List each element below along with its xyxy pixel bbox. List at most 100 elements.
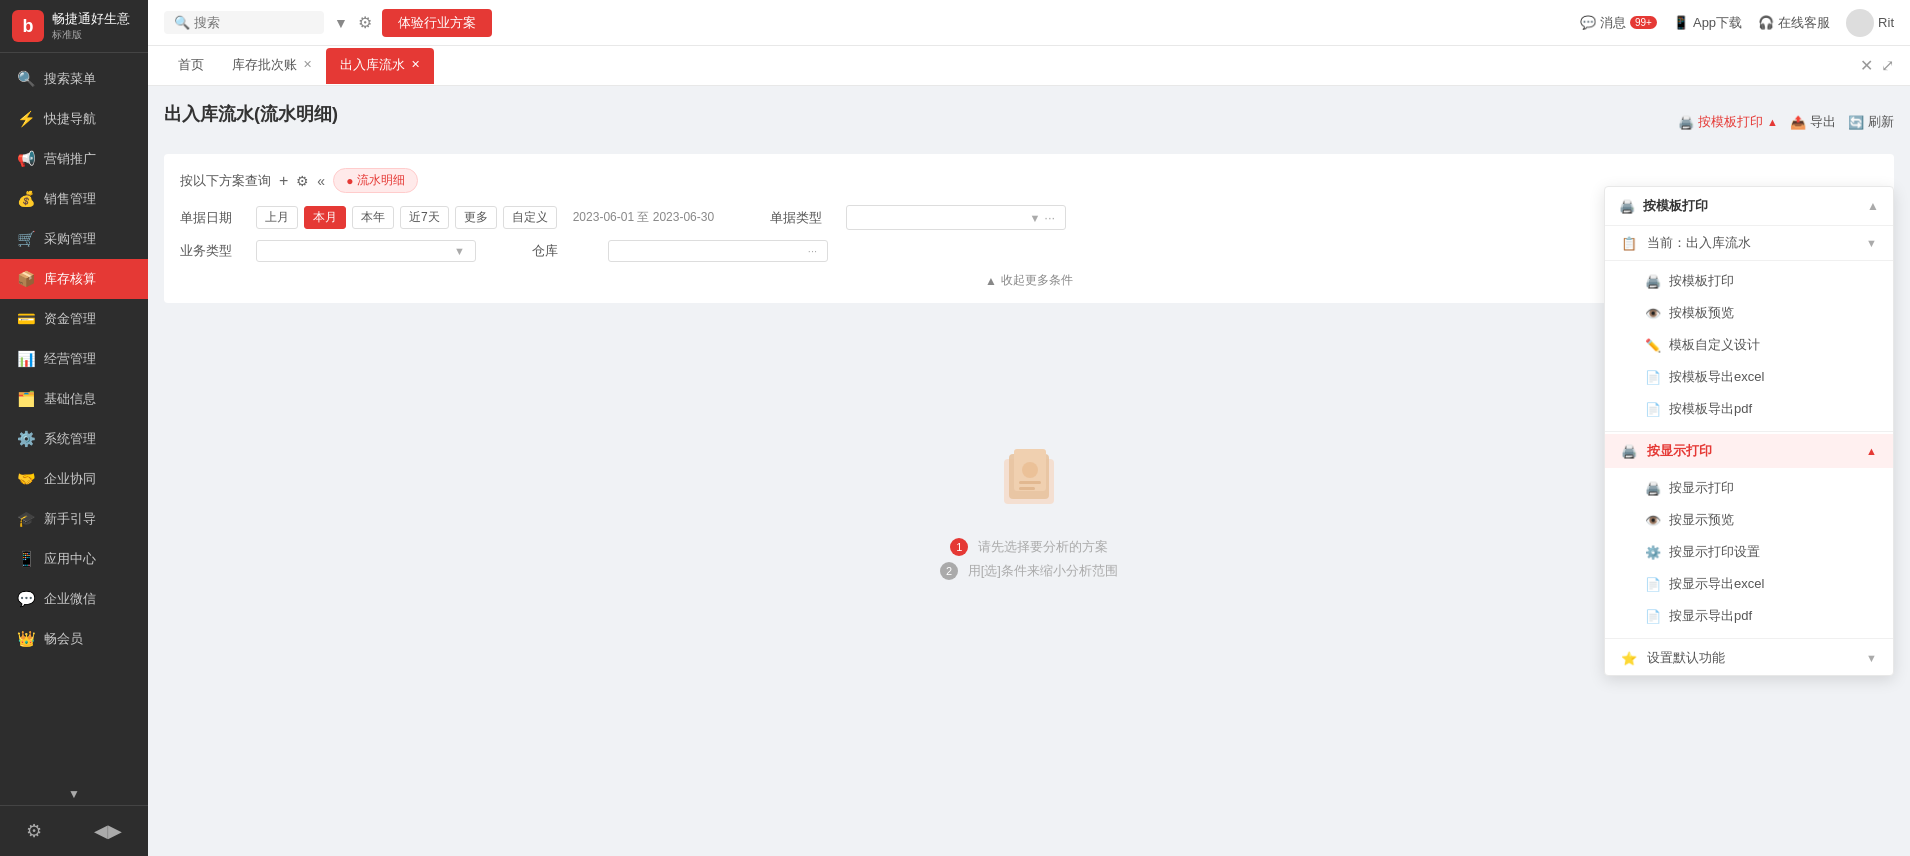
set-default-label: 设置默认功能 [1647, 649, 1856, 667]
search-input[interactable] [194, 15, 294, 30]
template-preview-icon: 👁️ [1645, 306, 1661, 321]
filter-section-title: 按以下方案查询 [180, 172, 271, 190]
sidebar-item-marketing[interactable]: 📢 营销推广 [0, 139, 148, 179]
filter-settings-icon[interactable]: ⚙ [296, 173, 309, 189]
sidebar-item-cooperation[interactable]: 🤝 企业协同 [0, 459, 148, 499]
template-preview-item[interactable]: 👁️ 按模板预览 [1605, 297, 1893, 329]
tab-inventory-batch[interactable]: 库存批次账 ✕ [218, 48, 326, 84]
quick-nav-nav-label: 快捷导航 [44, 110, 96, 128]
close-tab-icon[interactable]: ✕ [1860, 56, 1873, 75]
display-excel-icon: 📄 [1645, 577, 1661, 592]
filter-add-icon[interactable]: + [279, 172, 288, 190]
operations-nav-icon: 📊 [16, 349, 36, 369]
sidebar-nav: 🔍 搜索菜单 ⚡ 快捷导航 📢 营销推广 💰 销售管理 🛒 采购管理 📦 库存核… [0, 53, 148, 783]
topbar-dropdown-icon[interactable]: ▼ [334, 15, 348, 31]
display-preview-item[interactable]: 👁️ 按显示预览 [1605, 504, 1893, 536]
settings-icon[interactable]: ⚙ [18, 816, 50, 846]
tab-inout-flow[interactable]: 出入库流水 ✕ [326, 48, 434, 84]
print-dropdown-panel: 🖨️ 按模板打印 ▲ 📋 当前：出入库流水 ▼ 🖨️ 按模板打印 👁️ [1604, 186, 1894, 676]
app-center-nav-icon: 📱 [16, 549, 36, 569]
dropdown-header-title: 按模板打印 [1643, 197, 1708, 215]
sidebar-item-purchase[interactable]: 🛒 采购管理 [0, 219, 148, 259]
display-print-section-header[interactable]: 🖨️ 按显示打印 ▲ [1605, 434, 1893, 468]
export-button[interactable]: 📤 导出 [1790, 113, 1836, 131]
date-btn-last-7-days[interactable]: 近7天 [400, 206, 449, 229]
sidebar-scroll[interactable]: ▼ [0, 783, 148, 805]
dropdown-current-item[interactable]: 📋 当前：出入库流水 ▼ [1605, 226, 1893, 261]
warehouse-select[interactable]: ··· [608, 240, 828, 262]
messages-button[interactable]: 💬 消息 99+ [1580, 14, 1657, 32]
refresh-button[interactable]: 🔄 刷新 [1848, 113, 1894, 131]
inventory-batch-close-icon[interactable]: ✕ [303, 58, 312, 71]
system-nav-icon: ⚙️ [16, 429, 36, 449]
wechat-nav-icon: 💬 [16, 589, 36, 609]
topbar-gear-icon[interactable]: ⚙ [358, 13, 372, 32]
template-customize-item[interactable]: ✏️ 模板自定义设计 [1605, 329, 1893, 361]
trial-industry-button[interactable]: 体验行业方案 [382, 9, 492, 37]
display-print-item[interactable]: 🖨️ 按显示打印 [1605, 472, 1893, 504]
display-export-pdf-item[interactable]: 📄 按显示导出pdf [1605, 600, 1893, 632]
inout-flow-close-icon[interactable]: ✕ [411, 58, 420, 71]
filter-collapse-icon[interactable]: « [317, 173, 325, 189]
date-btn-current-month[interactable]: 本月 [304, 206, 346, 229]
app-center-nav-label: 应用中心 [44, 550, 96, 568]
print-template-button[interactable]: 🖨️ 按模板打印 ▲ [1678, 113, 1778, 131]
sidebar-item-basics[interactable]: 🗂️ 基础信息 [0, 379, 148, 419]
template-print-item[interactable]: 🖨️ 按模板打印 [1605, 265, 1893, 297]
sidebar-item-member[interactable]: 👑 畅会员 [0, 619, 148, 659]
message-icon: 💬 [1580, 15, 1596, 30]
sidebar-item-quick-nav[interactable]: ⚡ 快捷导航 [0, 99, 148, 139]
home-tab-label: 首页 [178, 56, 204, 74]
sidebar-item-operations[interactable]: 📊 经营管理 [0, 339, 148, 379]
dropdown-collapse-icon[interactable]: ▲ [1867, 199, 1879, 213]
page-title: 出入库流水(流水明细) [164, 102, 338, 126]
guide-nav-icon: 🎓 [16, 509, 36, 529]
tab-home[interactable]: 首页 [164, 48, 218, 84]
sidebar-item-app-center[interactable]: 📱 应用中心 [0, 539, 148, 579]
messages-badge: 99+ [1630, 16, 1657, 29]
sidebar-item-inventory[interactable]: 📦 库存核算 [0, 259, 148, 299]
scroll-down-icon[interactable]: ▼ [68, 787, 80, 801]
set-default-arrow: ▼ [1866, 652, 1877, 664]
expand-icon[interactable]: ⤢ [1881, 56, 1894, 75]
user-avatar-area[interactable]: Rit [1846, 9, 1894, 37]
set-default-item[interactable]: ⭐ 设置默认功能 ▼ [1605, 641, 1893, 675]
display-print-settings-label: 按显示打印设置 [1669, 543, 1760, 561]
collapse-more-button[interactable]: ▲ 收起更多条件 [985, 272, 1073, 289]
wechat-nav-label: 企业微信 [44, 590, 96, 608]
finance-nav-label: 资金管理 [44, 310, 96, 328]
sidebar-item-system[interactable]: ⚙️ 系统管理 [0, 419, 148, 459]
template-export-pdf-item[interactable]: 📄 按模板导出pdf [1605, 393, 1893, 425]
marketing-nav-label: 营销推广 [44, 150, 96, 168]
sidebar-item-finance[interactable]: 💳 资金管理 [0, 299, 148, 339]
doc-type-select[interactable]: ▼ ··· [846, 205, 1066, 230]
date-btn-custom[interactable]: 自定义 [503, 206, 557, 229]
doc-type-more-icon[interactable]: ··· [1044, 210, 1055, 225]
tabs-bar: 首页 库存批次账 ✕ 出入库流水 ✕ ✕ ⤢ [148, 46, 1910, 86]
inout-flow-label: 出入库流水 [340, 56, 405, 74]
sidebar-item-wechat[interactable]: 💬 企业微信 [0, 579, 148, 619]
member-nav-icon: 👑 [16, 629, 36, 649]
business-type-select[interactable]: ▼ [256, 240, 476, 262]
date-btn-more[interactable]: 更多 [455, 206, 497, 229]
display-pdf-icon: 📄 [1645, 609, 1661, 624]
current-flow-icon: 📋 [1621, 236, 1637, 251]
display-print-settings-item[interactable]: ⚙️ 按显示打印设置 [1605, 536, 1893, 568]
date-btn-current-year[interactable]: 本年 [352, 206, 394, 229]
printer-icon: 🖨️ [1678, 115, 1694, 130]
sidebar-item-sales[interactable]: 💰 销售管理 [0, 179, 148, 219]
online-service-label: 在线客服 [1778, 14, 1830, 32]
sidebar-item-search[interactable]: 🔍 搜索菜单 [0, 59, 148, 99]
collapse-icon[interactable]: ◀▶ [86, 816, 130, 846]
inventory-nav-label: 库存核算 [44, 270, 96, 288]
display-export-excel-item[interactable]: 📄 按显示导出excel [1605, 568, 1893, 600]
date-btn-last-month[interactable]: 上月 [256, 206, 298, 229]
app-download-button[interactable]: 📱 App下载 [1673, 14, 1742, 32]
sidebar-item-guide[interactable]: 🎓 新手引导 [0, 499, 148, 539]
template-export-excel-label: 按模板导出excel [1669, 368, 1764, 386]
warehouse-label: 仓库 [532, 242, 592, 260]
online-service-button[interactable]: 🎧 在线客服 [1758, 14, 1830, 32]
template-export-excel-item[interactable]: 📄 按模板导出excel [1605, 361, 1893, 393]
step2-text: 用[选]条件来缩小分析范围 [968, 563, 1118, 578]
print-template-up-arrow: ▲ [1767, 116, 1778, 128]
